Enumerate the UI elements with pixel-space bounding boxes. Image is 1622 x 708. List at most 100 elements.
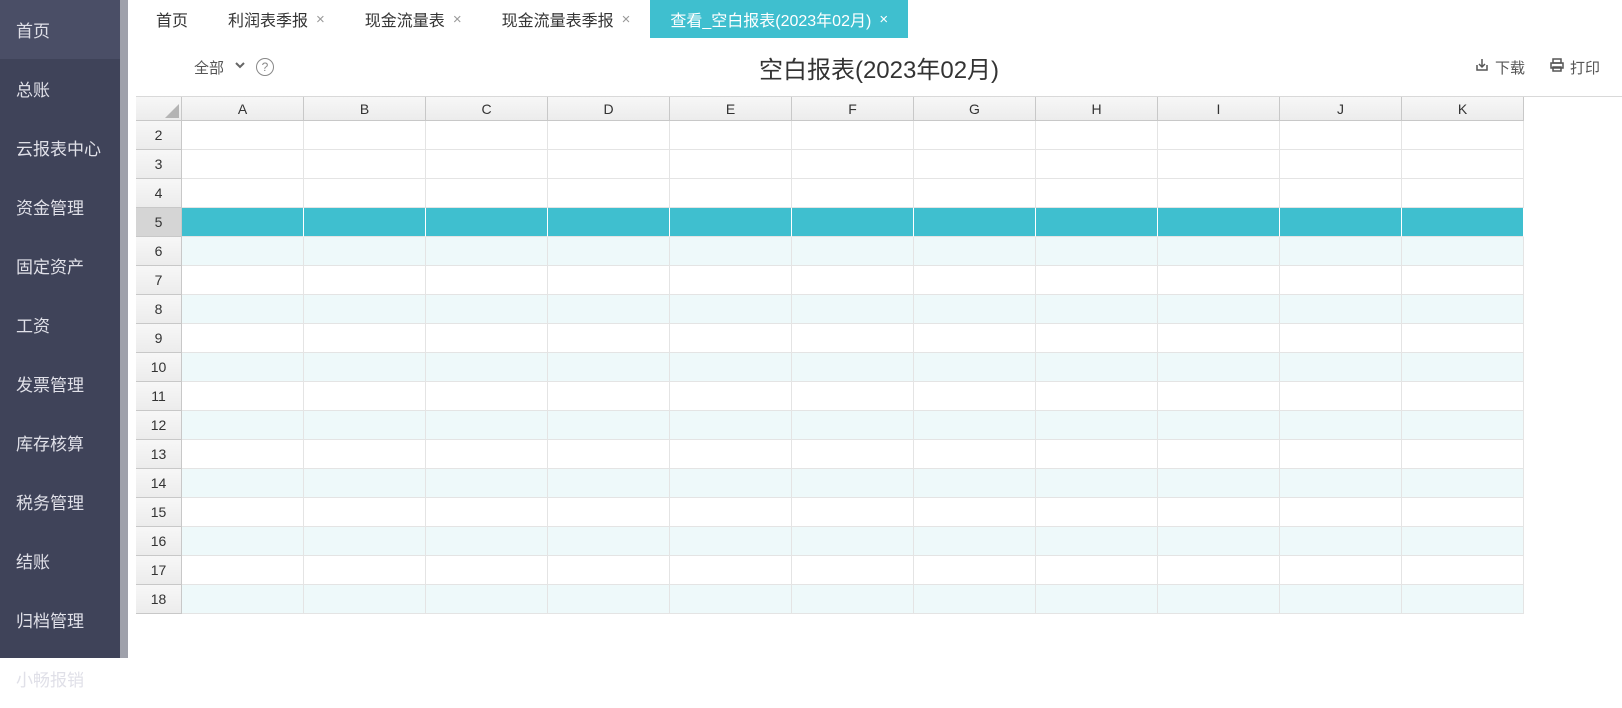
cell-K10[interactable] [1402,353,1524,382]
sidebar-item-1[interactable]: 总账 [0,59,128,118]
cell-G13[interactable] [914,440,1036,469]
row-header-11[interactable]: 11 [136,382,182,411]
print-button[interactable]: 打印 [1549,57,1600,78]
cell-F12[interactable] [792,411,914,440]
cell-H15[interactable] [1036,498,1158,527]
close-icon[interactable]: × [316,11,325,28]
cell-J7[interactable] [1280,266,1402,295]
cell-J9[interactable] [1280,324,1402,353]
cell-H5[interactable] [1036,208,1158,237]
cell-G18[interactable] [914,585,1036,614]
cell-D9[interactable] [548,324,670,353]
cell-D17[interactable] [548,556,670,585]
close-icon[interactable]: × [453,11,462,28]
cell-D8[interactable] [548,295,670,324]
cell-A15[interactable] [182,498,304,527]
cell-F6[interactable] [792,237,914,266]
row-header-17[interactable]: 17 [136,556,182,585]
cell-B9[interactable] [304,324,426,353]
tab-4[interactable]: 查看_空白报表(2023年02月)× [650,0,908,38]
cell-J12[interactable] [1280,411,1402,440]
cell-K8[interactable] [1402,295,1524,324]
sidebar-item-0[interactable]: 首页 [0,0,128,59]
cell-A3[interactable] [182,150,304,179]
cell-J10[interactable] [1280,353,1402,382]
cell-I10[interactable] [1158,353,1280,382]
spreadsheet[interactable]: ABCDEFGHIJK 23456789101112131415161718 [136,96,1622,658]
row-header-12[interactable]: 12 [136,411,182,440]
cell-D14[interactable] [548,469,670,498]
cell-I8[interactable] [1158,295,1280,324]
cell-I17[interactable] [1158,556,1280,585]
cell-J3[interactable] [1280,150,1402,179]
col-header-E[interactable]: E [670,97,792,121]
sidebar-item-2[interactable]: 云报表中心 [0,118,128,177]
cell-C5[interactable] [426,208,548,237]
cell-C12[interactable] [426,411,548,440]
cell-B14[interactable] [304,469,426,498]
cell-J16[interactable] [1280,527,1402,556]
col-header-J[interactable]: J [1280,97,1402,121]
cell-E7[interactable] [670,266,792,295]
cell-C15[interactable] [426,498,548,527]
cell-J5[interactable] [1280,208,1402,237]
cell-F10[interactable] [792,353,914,382]
row-header-13[interactable]: 13 [136,440,182,469]
cell-E5[interactable] [670,208,792,237]
cell-A6[interactable] [182,237,304,266]
cell-I16[interactable] [1158,527,1280,556]
cell-I4[interactable] [1158,179,1280,208]
cell-K17[interactable] [1402,556,1524,585]
cell-G12[interactable] [914,411,1036,440]
cell-H9[interactable] [1036,324,1158,353]
cell-H8[interactable] [1036,295,1158,324]
cell-G17[interactable] [914,556,1036,585]
cell-A16[interactable] [182,527,304,556]
cell-G2[interactable] [914,121,1036,150]
cell-G11[interactable] [914,382,1036,411]
cell-H11[interactable] [1036,382,1158,411]
col-header-H[interactable]: H [1036,97,1158,121]
cell-E3[interactable] [670,150,792,179]
cell-C6[interactable] [426,237,548,266]
col-header-F[interactable]: F [792,97,914,121]
cell-F9[interactable] [792,324,914,353]
cell-G3[interactable] [914,150,1036,179]
cell-K18[interactable] [1402,585,1524,614]
cell-F7[interactable] [792,266,914,295]
cell-E16[interactable] [670,527,792,556]
cell-G8[interactable] [914,295,1036,324]
cell-D2[interactable] [548,121,670,150]
cell-J4[interactable] [1280,179,1402,208]
cell-A7[interactable] [182,266,304,295]
cell-D5[interactable] [548,208,670,237]
cell-I5[interactable] [1158,208,1280,237]
cell-D16[interactable] [548,527,670,556]
cell-J14[interactable] [1280,469,1402,498]
cell-B4[interactable] [304,179,426,208]
row-header-9[interactable]: 9 [136,324,182,353]
cell-H7[interactable] [1036,266,1158,295]
cell-F8[interactable] [792,295,914,324]
cell-I13[interactable] [1158,440,1280,469]
cell-D15[interactable] [548,498,670,527]
cell-C14[interactable] [426,469,548,498]
cell-I6[interactable] [1158,237,1280,266]
cell-E17[interactable] [670,556,792,585]
col-header-K[interactable]: K [1402,97,1524,121]
cell-A11[interactable] [182,382,304,411]
cell-I15[interactable] [1158,498,1280,527]
row-header-7[interactable]: 7 [136,266,182,295]
cell-G9[interactable] [914,324,1036,353]
cell-K16[interactable] [1402,527,1524,556]
cell-K5[interactable] [1402,208,1524,237]
cell-E14[interactable] [670,469,792,498]
cell-H2[interactable] [1036,121,1158,150]
cell-E15[interactable] [670,498,792,527]
col-header-I[interactable]: I [1158,97,1280,121]
cell-D18[interactable] [548,585,670,614]
cell-D4[interactable] [548,179,670,208]
cell-C8[interactable] [426,295,548,324]
col-header-A[interactable]: A [182,97,304,121]
tab-3[interactable]: 现金流量表季报× [482,0,651,38]
